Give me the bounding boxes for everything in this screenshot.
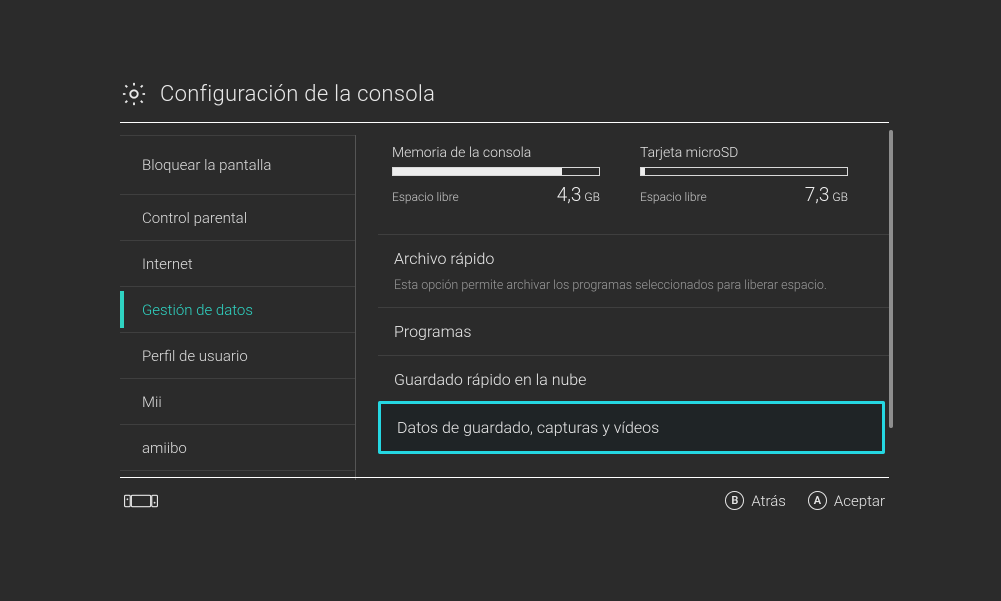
- sidebar-item-label: Mii: [142, 393, 162, 411]
- sidebar-item-label: Bloquear la pantalla: [142, 156, 271, 174]
- storage-title: Tarjeta microSD: [640, 145, 848, 161]
- storage-bar-fill: [641, 168, 645, 175]
- storage-title: Memoria de la consola: [392, 145, 600, 161]
- storage-free-value: 4,3GB: [557, 183, 600, 206]
- storage-bar: [392, 167, 600, 176]
- sidebar-item-mii[interactable]: Mii: [120, 379, 355, 425]
- action-label: Atrás: [751, 492, 785, 510]
- a-button-icon: A: [808, 491, 827, 510]
- b-button-icon: B: [725, 491, 744, 510]
- header: Configuración de la consola: [120, 80, 889, 123]
- footer: B Atrás A Aceptar: [120, 477, 889, 523]
- gear-icon: [120, 80, 148, 108]
- back-action[interactable]: B Atrás: [725, 491, 785, 510]
- menu-item-save-data-media[interactable]: Datos de guardado, capturas y vídeos: [378, 401, 885, 454]
- menu-item-label: Datos de guardado, capturas y vídeos: [397, 418, 659, 437]
- scrollbar-thumb[interactable]: [889, 130, 893, 428]
- sidebar-item-data-management[interactable]: Gestión de datos: [120, 287, 355, 333]
- sidebar-item-label: Internet: [142, 255, 193, 273]
- sidebar-item-label: Control parental: [142, 209, 247, 227]
- sidebar-item-label: Gestión de datos: [142, 301, 253, 319]
- sidebar-item-label: amiibo: [142, 439, 187, 457]
- storage-row: Memoria de la consola Espacio libre 4,3G…: [378, 145, 889, 206]
- storage-console: Memoria de la consola Espacio libre 4,3G…: [392, 145, 600, 206]
- sidebar-item-user-profile[interactable]: Perfil de usuario: [120, 333, 355, 379]
- storage-free-label: Espacio libre: [640, 190, 707, 204]
- menu-item-label: Guardado rápido en la nube: [394, 370, 586, 389]
- page-title: Configuración de la consola: [160, 82, 435, 107]
- scrollbar[interactable]: [889, 130, 893, 481]
- sidebar-item-lock-screen[interactable]: Bloquear la pantalla: [120, 135, 355, 195]
- sidebar-item-amiibo[interactable]: amiibo: [120, 425, 355, 471]
- ok-action[interactable]: A Aceptar: [808, 491, 885, 510]
- footer-actions: B Atrás A Aceptar: [725, 491, 885, 510]
- menu-item-cloud-save[interactable]: Guardado rápido en la nube: [378, 355, 889, 403]
- storage-free-label: Espacio libre: [392, 190, 459, 204]
- menu-item-label: Programas: [394, 322, 471, 341]
- main-panel: Memoria de la consola Espacio libre 4,3G…: [356, 123, 889, 480]
- controller-icon: [124, 492, 158, 510]
- sidebar-item-internet[interactable]: Internet: [120, 241, 355, 287]
- sidebar-item-parental-control[interactable]: Control parental: [120, 195, 355, 241]
- menu-item-label: Archivo rápido: [394, 249, 873, 268]
- sidebar-item-label: Perfil de usuario: [142, 347, 248, 365]
- menu-item-quick-archive[interactable]: Archivo rápido Esta opción permite archi…: [378, 234, 889, 307]
- storage-sd: Tarjeta microSD Espacio libre 7,3GB: [640, 145, 848, 206]
- sidebar: Bloquear la pantalla Control parental In…: [120, 123, 355, 480]
- storage-bar: [640, 167, 848, 176]
- action-label: Aceptar: [834, 492, 885, 510]
- storage-bar-fill: [393, 168, 562, 175]
- menu-item-desc: Esta opción permite archivar los program…: [394, 278, 873, 293]
- menu-item-software[interactable]: Programas: [378, 307, 889, 355]
- storage-free-value: 7,3GB: [805, 183, 848, 206]
